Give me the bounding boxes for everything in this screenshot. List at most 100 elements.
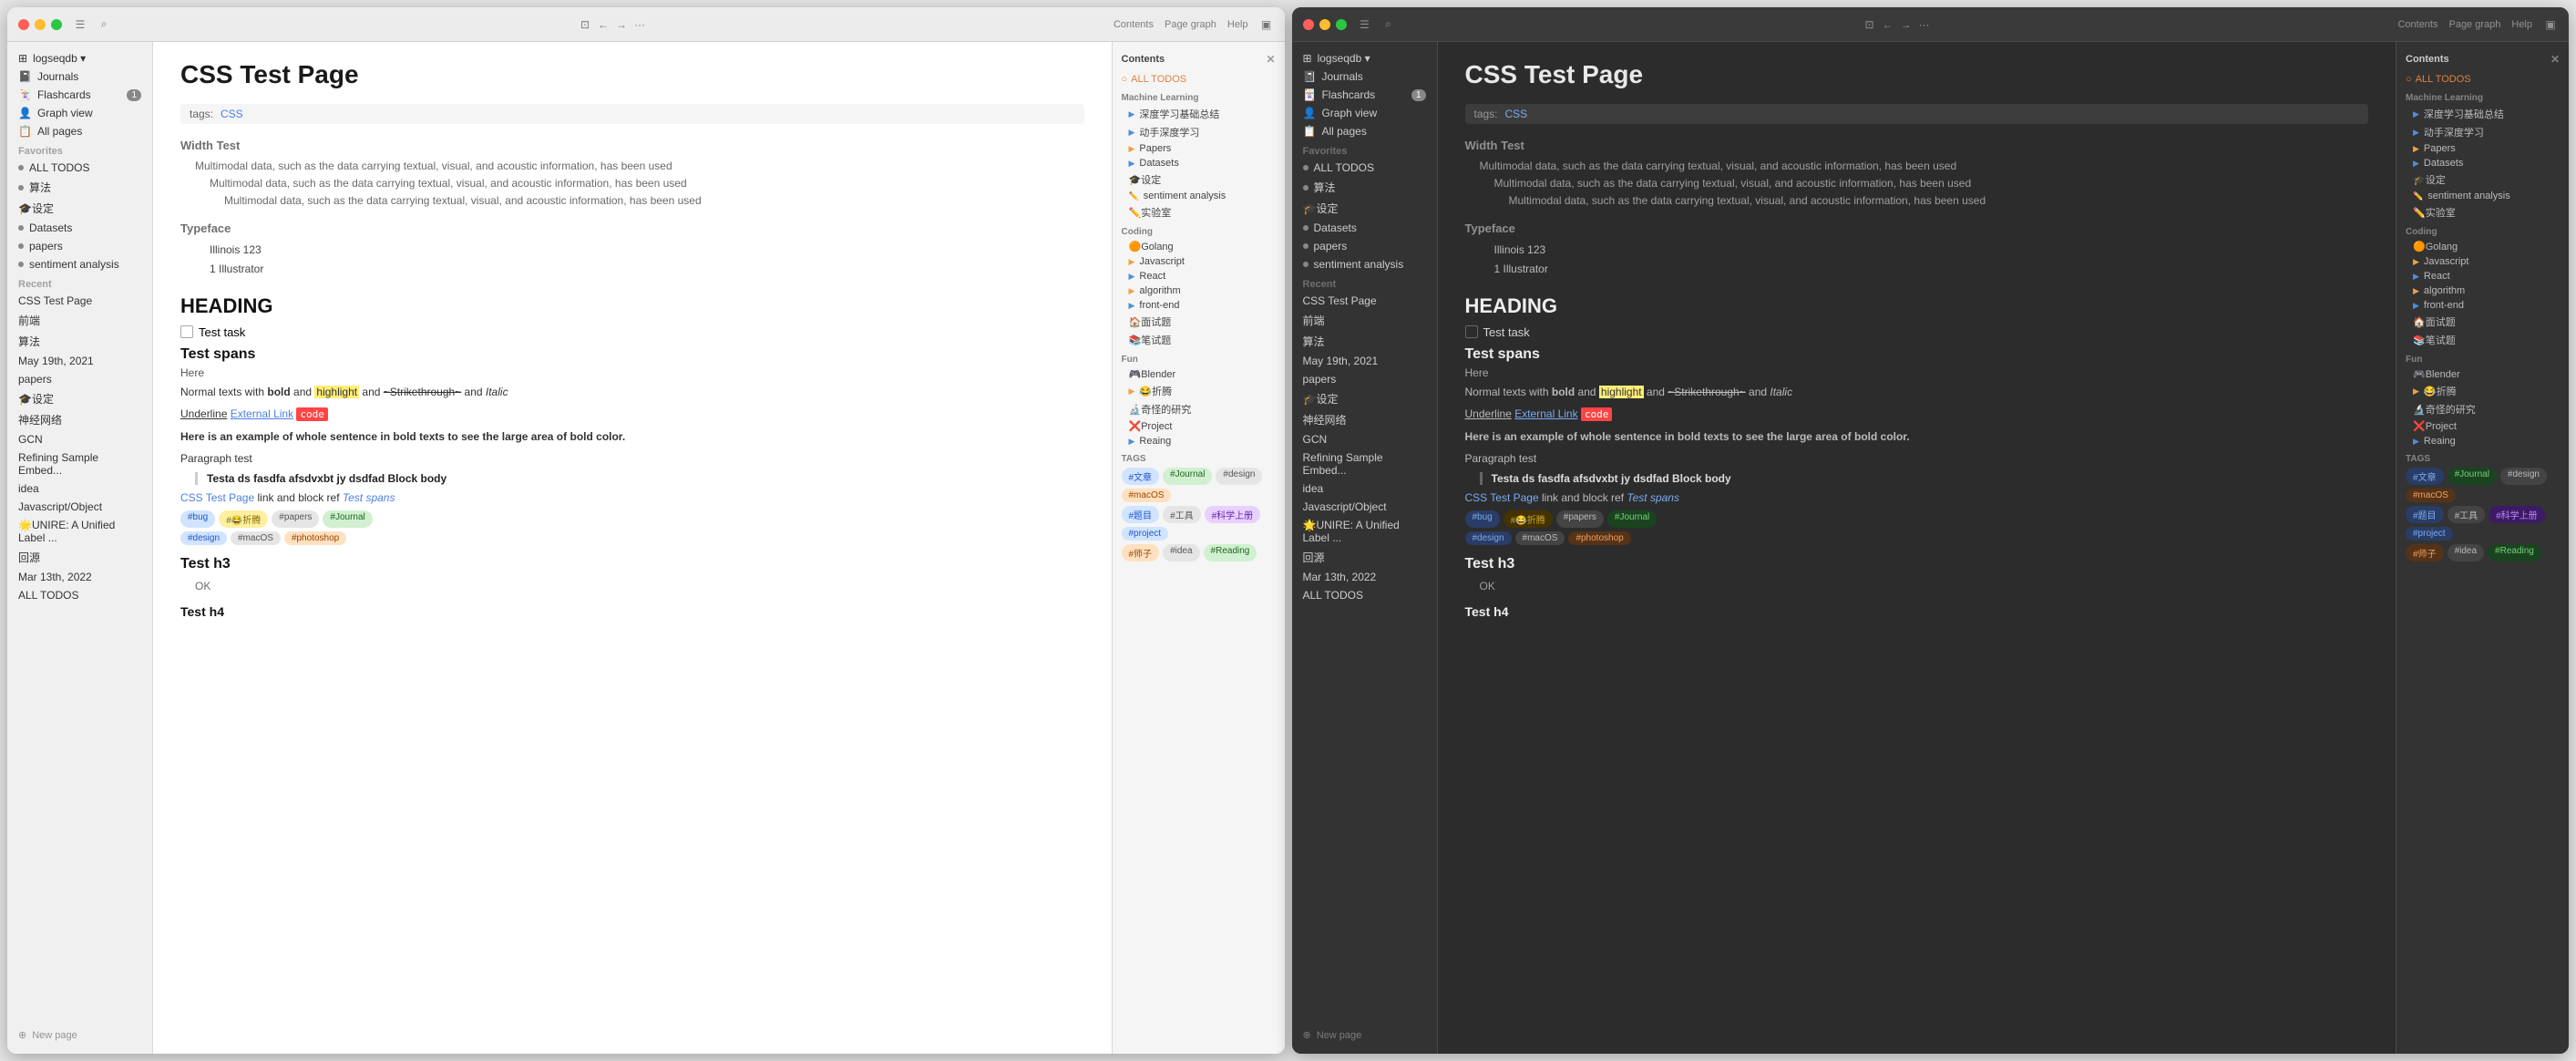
sidebar-item-graph[interactable]: 👤 Graph view	[7, 104, 152, 122]
sidebar-fav-alltodos[interactable]: ALL TODOS	[7, 159, 152, 177]
contents-item-ml6[interactable]: ✏️ sentiment analysis	[1113, 189, 1285, 203]
tag-chip-photoshop-dark[interactable]: #photoshop	[1568, 531, 1630, 545]
tag-chip-design-c-dark[interactable]: #design	[2500, 468, 2547, 485]
contents-item-f2-dark[interactable]: ▶ 😂折腾	[2396, 382, 2569, 400]
tag-chip-photoshop[interactable]: #photoshop	[284, 531, 346, 545]
contents-item-ml4-dark[interactable]: ▶ Datasets	[2396, 156, 2569, 170]
sidebar-recent-neural[interactable]: 神经网络	[7, 409, 152, 430]
contents-item-f3[interactable]: 🔬奇怪的研究	[1113, 400, 1285, 418]
contents-item-c3[interactable]: ▶ React	[1113, 269, 1285, 283]
sidebar-recent-js-dark[interactable]: Javascript/Object	[1292, 498, 1437, 516]
tag-chip-zhenteng[interactable]: #😂折腾	[219, 510, 268, 528]
tag-chip-shizi-dark[interactable]: #师子	[2406, 544, 2444, 561]
sidebar-recent-css[interactable]: CSS Test Page	[7, 292, 152, 310]
sidebar-fav-suanfa-dark[interactable]: 算法	[1292, 177, 1437, 198]
tag-chip-wenzhang-dark[interactable]: #文章	[2406, 468, 2444, 485]
sidebar-recent-unire[interactable]: 🌟UNIRE: A Unified Label ...	[7, 516, 152, 547]
sidebar-recent-mar13[interactable]: Mar 13th, 2022	[7, 568, 152, 586]
new-page-button-dark[interactable]: ⊕ New page	[1292, 1024, 1437, 1046]
contents-item-c3-dark[interactable]: ▶ React	[2396, 269, 2569, 283]
contents-item-c2[interactable]: ▶ Javascript	[1113, 254, 1285, 269]
nav-forward-icon-dark[interactable]: →	[1898, 17, 1913, 32]
tag-chip-macos-c-dark[interactable]: #macOS	[2406, 489, 2456, 502]
more-icon[interactable]: ···	[632, 17, 647, 32]
sidebar-recent-papers-dark[interactable]: papers	[1292, 370, 1437, 388]
sidebar-item-allpages[interactable]: 📋 All pages	[7, 122, 152, 140]
contents-item-f5[interactable]: ▶ Reaing	[1113, 434, 1285, 448]
sidebar-item-flashcards[interactable]: 🃏 Flashcards 1	[7, 86, 152, 104]
contents-item-c4[interactable]: ▶ algorithm	[1113, 283, 1285, 298]
css-test-page-ref[interactable]: CSS Test Page	[180, 491, 254, 504]
sidebar-item-graph-dark[interactable]: 👤 Graph view	[1292, 104, 1437, 122]
close-button[interactable]	[18, 19, 29, 30]
contents-item-f3-dark[interactable]: 🔬奇怪的研究	[2396, 400, 2569, 418]
tag-chip-bug[interactable]: #bug	[180, 510, 215, 528]
sidebar-recent-sheding[interactable]: 🎓设定	[7, 388, 152, 409]
contents-close-button[interactable]: ✕	[1266, 53, 1275, 66]
tab-help[interactable]: Help	[1227, 19, 1248, 30]
contents-item-ml2-dark[interactable]: ▶ 动手深度学习	[2396, 123, 2569, 141]
sidebar-toggle-icon-dark[interactable]: ▣	[2543, 17, 2558, 32]
new-page-button[interactable]: ⊕ New page	[7, 1024, 152, 1046]
tag-chip-idea-c[interactable]: #idea	[1163, 544, 1199, 561]
tag-chip-tiji[interactable]: #题目	[1122, 506, 1160, 523]
sidebar-item-allpages-dark[interactable]: 📋 All pages	[1292, 122, 1437, 140]
minimize-button-dark[interactable]	[1319, 19, 1330, 30]
task-checkbox[interactable]	[180, 325, 193, 338]
tab-contents[interactable]: Contents	[1114, 19, 1154, 30]
tag-chip-papers-dark[interactable]: #papers	[1556, 510, 1604, 528]
tag-chip-journal[interactable]: #Journal	[323, 510, 372, 528]
sidebar-fav-datasets[interactable]: Datasets	[7, 219, 152, 237]
all-todos-link-dark[interactable]: ○ ALL TODOS	[2396, 71, 2569, 88]
sidebar-fav-datasets-dark[interactable]: Datasets	[1292, 219, 1437, 237]
sidebar-recent-gcn-dark[interactable]: GCN	[1292, 430, 1437, 448]
contents-item-ml1[interactable]: ▶ 深度学习基础总结	[1113, 105, 1285, 123]
sidebar-recent-alltodos-dark[interactable]: ALL TODOS	[1292, 586, 1437, 604]
sidebar-fav-sheding[interactable]: 🎓设定	[7, 198, 152, 219]
tag-chip-design-c[interactable]: #design	[1216, 468, 1262, 485]
contents-item-ml5-dark[interactable]: 🎓设定	[2396, 170, 2569, 189]
search-icon[interactable]: ⌕	[97, 17, 111, 32]
contents-item-ml7-dark[interactable]: ✏️实验室	[2396, 203, 2569, 221]
contents-item-ml7[interactable]: ✏️实验室	[1113, 203, 1285, 221]
contents-item-c1[interactable]: 🟠Golang	[1113, 239, 1285, 254]
minimize-button[interactable]	[35, 19, 46, 30]
tag-chip-macos-c[interactable]: #macOS	[1122, 489, 1172, 502]
sidebar-recent-js[interactable]: Javascript/Object	[7, 498, 152, 516]
tag-chip-gongju[interactable]: #工具	[1163, 506, 1201, 523]
maximize-button-dark[interactable]	[1336, 19, 1347, 30]
contents-item-f2[interactable]: ▶ 😂折腾	[1113, 382, 1285, 400]
nav-forward-icon[interactable]: →	[614, 17, 629, 32]
contents-item-c7[interactable]: 📚笔试题	[1113, 331, 1285, 349]
external-link[interactable]: External Link	[231, 407, 293, 420]
contents-item-c5[interactable]: ▶ front-end	[1113, 298, 1285, 313]
menu-icon[interactable]: ☰	[73, 17, 87, 32]
tag-chip-design[interactable]: #design	[180, 531, 227, 545]
sidebar-recent-refining[interactable]: Refining Sample Embed...	[7, 448, 152, 479]
tag-chip-wenzhang[interactable]: #文章	[1122, 468, 1160, 485]
tag-chip-papers[interactable]: #papers	[272, 510, 319, 528]
contents-item-c4-dark[interactable]: ▶ algorithm	[2396, 283, 2569, 298]
menu-icon-dark[interactable]: ☰	[1358, 17, 1372, 32]
tag-chip-reading-c-dark[interactable]: #Reading	[2488, 544, 2541, 561]
sidebar-recent-unire-dark[interactable]: 🌟UNIRE: A Unified Label ...	[1292, 516, 1437, 547]
sidebar-recent-idea[interactable]: idea	[7, 479, 152, 498]
contents-item-ml3-dark[interactable]: ▶ Papers	[2396, 141, 2569, 156]
contents-close-button-dark[interactable]: ✕	[2550, 53, 2560, 66]
external-link-dark[interactable]: External Link	[1514, 407, 1577, 420]
task-checkbox-dark[interactable]	[1465, 325, 1478, 338]
tag-chip-macos[interactable]: #macOS	[231, 531, 281, 545]
sidebar-recent-huiyuan[interactable]: 回源	[7, 547, 152, 568]
close-button-dark[interactable]	[1303, 19, 1314, 30]
contents-item-ml1-dark[interactable]: ▶ 深度学习基础总结	[2396, 105, 2569, 123]
tag-chip-kexue-dark[interactable]: #科学上册	[2489, 506, 2545, 523]
contents-item-c2-dark[interactable]: ▶ Javascript	[2396, 254, 2569, 269]
sidebar-recent-idea-dark[interactable]: idea	[1292, 479, 1437, 498]
tag-chip-project-c[interactable]: #project	[1122, 527, 1169, 541]
sidebar-recent-may19[interactable]: May 19th, 2021	[7, 352, 152, 370]
sidebar-fav-sentiment-dark[interactable]: sentiment analysis	[1292, 255, 1437, 273]
tag-chip-zhenteng-dark[interactable]: #😂折腾	[1504, 510, 1553, 528]
sidebar-recent-papers[interactable]: papers	[7, 370, 152, 388]
sidebar-recent-suanfa[interactable]: 算法	[7, 331, 152, 352]
tab-page-graph-dark[interactable]: Page graph	[2448, 19, 2500, 30]
